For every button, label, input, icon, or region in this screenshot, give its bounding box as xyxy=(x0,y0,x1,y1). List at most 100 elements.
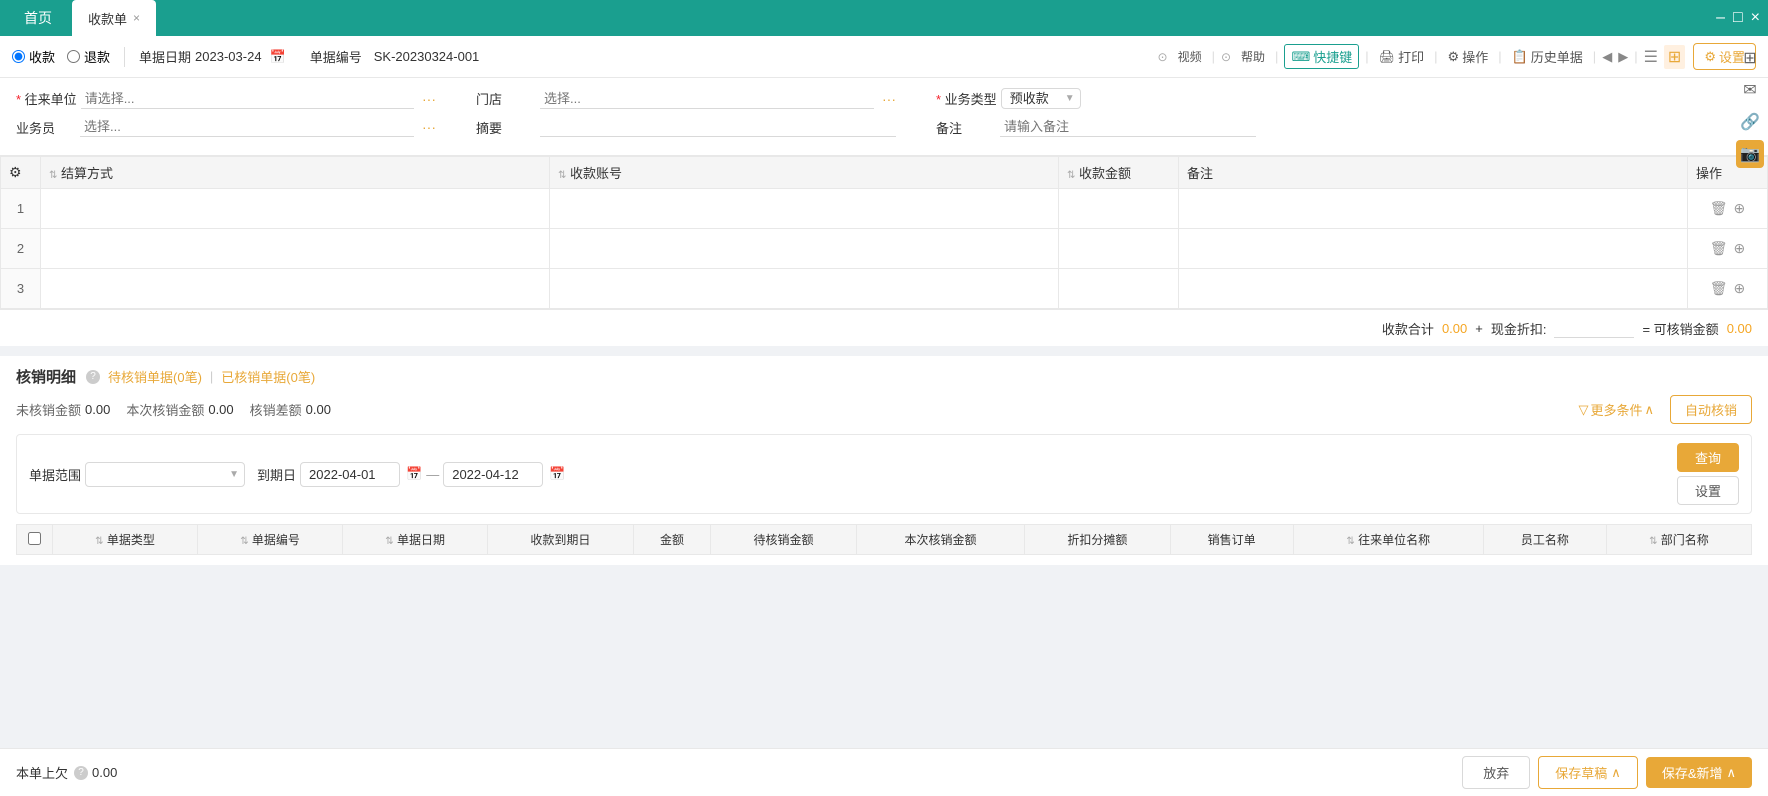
business-type-field: 业务类型 预收款 ▼ xyxy=(936,88,1256,109)
sidebar-email-icon[interactable]: ✉ xyxy=(1736,76,1764,104)
shortcut-btn[interactable]: ⌨ 快捷键 xyxy=(1284,44,1359,69)
due-from-calendar-icon[interactable]: 📅 xyxy=(406,466,422,482)
video-icon: ⊙ xyxy=(1158,50,1168,64)
sidebar-table-icon[interactable]: ⊞ xyxy=(1736,44,1764,72)
sidebar-camera-icon[interactable]: 📷 xyxy=(1736,140,1764,168)
date-range-separator: — xyxy=(426,467,439,482)
grid-icon[interactable]: ⊞ xyxy=(1664,45,1685,69)
uncancelled-label: 未核销金额 xyxy=(16,400,81,419)
th-amount-b: 金额 xyxy=(633,525,711,555)
partner-more-icon[interactable]: ··· xyxy=(422,91,436,107)
done-tab[interactable]: 已核销单据(0笔) xyxy=(221,367,315,386)
remark-input[interactable] xyxy=(1000,117,1256,137)
amount-input-3[interactable] xyxy=(1059,269,1178,308)
print-btn[interactable]: 🖨 打印 xyxy=(1375,45,1429,68)
current-reconcile-label: 本次核销金额 xyxy=(126,400,204,419)
account-input-1[interactable] xyxy=(550,189,1058,228)
toolbar-divider xyxy=(124,47,125,67)
left-nav-icon[interactable]: ◀ xyxy=(1602,49,1612,65)
th-amount: ⇅ 收款金额 xyxy=(1059,157,1179,189)
amount-input-2[interactable] xyxy=(1059,229,1178,268)
range-field: 单据范围 ▼ xyxy=(29,462,245,487)
discount-input[interactable] xyxy=(1554,318,1634,338)
range-select[interactable] xyxy=(85,462,245,487)
tab-close-icon[interactable]: × xyxy=(133,11,140,25)
business-type-select[interactable]: 预收款 xyxy=(1001,88,1081,109)
settlement-input-1[interactable] xyxy=(41,189,549,228)
delete-row-1-icon[interactable]: 🗑 xyxy=(1710,200,1728,217)
query-btn[interactable]: 查询 xyxy=(1677,443,1739,472)
summary-input[interactable] xyxy=(540,117,896,137)
filter-setting-btn[interactable]: 设置 xyxy=(1677,476,1739,505)
right-nav-icon[interactable]: ▶ xyxy=(1618,49,1628,65)
due-to-calendar-icon[interactable]: 📅 xyxy=(549,466,565,482)
gear-icon: ⚙ xyxy=(1704,49,1716,65)
account-input-3[interactable] xyxy=(550,269,1058,308)
remark-input-1[interactable] xyxy=(1179,189,1687,228)
store-input[interactable] xyxy=(540,89,874,109)
current-owe-value: 0.00 xyxy=(92,765,117,780)
maximize-icon[interactable]: □ xyxy=(1733,9,1743,27)
tab-receipt[interactable]: 收款单 × xyxy=(72,0,156,36)
receipt-label[interactable]: 收款 xyxy=(29,47,55,66)
video-btn[interactable]: 视频 xyxy=(1174,46,1206,67)
receipt-radio[interactable] xyxy=(12,50,25,63)
tab-home[interactable]: 首页 xyxy=(8,0,68,36)
th-dept: ⇅ 部门名称 xyxy=(1606,525,1751,555)
operation-btn[interactable]: ⚙ 操作 xyxy=(1444,45,1493,68)
td-settlement-1[interactable] xyxy=(41,189,550,229)
refund-radio[interactable] xyxy=(67,50,80,63)
td-remark-1[interactable] xyxy=(1179,189,1688,229)
settlement-input-2[interactable] xyxy=(41,229,549,268)
list-icon[interactable]: ☰ xyxy=(1644,47,1658,67)
calendar-icon[interactable]: 📅 xyxy=(270,49,286,65)
toolbar: 收款 退款 单据日期 2023-03-24 📅 单据编号 SK-20230324… xyxy=(0,36,1768,78)
owe-info-icon[interactable]: ? xyxy=(74,766,88,780)
table-gear-header[interactable]: ⚙ xyxy=(1,157,41,189)
reconcile-info-icon[interactable]: ? xyxy=(86,370,100,384)
account-input-2[interactable] xyxy=(550,229,1058,268)
help-icon: ⊙ xyxy=(1221,50,1231,64)
remark-input-2[interactable] xyxy=(1179,229,1687,268)
delete-row-2-icon[interactable]: 🗑 xyxy=(1710,240,1728,257)
salesperson-input[interactable] xyxy=(80,117,414,137)
select-all-checkbox[interactable] xyxy=(28,532,41,545)
refund-label[interactable]: 退款 xyxy=(84,47,110,66)
diff-stat: 核销差额 0.00 xyxy=(250,400,331,419)
abandon-button[interactable]: 放弃 xyxy=(1462,756,1530,789)
settlement-input-3[interactable] xyxy=(41,269,549,308)
td-account-1[interactable] xyxy=(550,189,1059,229)
history-btn[interactable]: 📋 历史单据 xyxy=(1508,45,1587,68)
due-date-field: 到期日 📅 — 📅 xyxy=(257,462,565,487)
td-amount-2[interactable] xyxy=(1059,229,1179,269)
delete-row-3-icon[interactable]: 🗑 xyxy=(1710,280,1728,297)
more-conditions-btn[interactable]: ▽ 更多条件 ∧ xyxy=(1578,400,1654,419)
salesperson-more-icon[interactable]: ··· xyxy=(422,119,436,135)
partner-input[interactable] xyxy=(81,89,414,109)
th-due-date: 收款到期日 xyxy=(488,525,634,555)
summary-field: 摘要 xyxy=(476,117,896,137)
remark-input-3[interactable] xyxy=(1179,269,1687,308)
close-icon[interactable]: × xyxy=(1751,9,1760,27)
td-amount-3[interactable] xyxy=(1059,269,1179,309)
td-settlement-3[interactable] xyxy=(41,269,550,309)
remark-field: 备注 xyxy=(936,117,1256,137)
td-account-2[interactable] xyxy=(550,229,1059,269)
amount-input-1[interactable] xyxy=(1059,189,1178,228)
due-from-input[interactable] xyxy=(300,462,400,487)
due-to-input[interactable] xyxy=(443,462,543,487)
th-employee: 员工名称 xyxy=(1483,525,1606,555)
td-remark-3[interactable] xyxy=(1179,269,1688,309)
draft-button[interactable]: 保存草稿 ∧ xyxy=(1538,756,1638,789)
store-more-icon[interactable]: ··· xyxy=(882,91,896,107)
minimize-icon[interactable]: – xyxy=(1716,9,1725,27)
help-btn[interactable]: 帮助 xyxy=(1237,46,1269,67)
range-select-wrapper: ▼ xyxy=(85,462,245,487)
pending-tab[interactable]: 待核销单据(0笔) xyxy=(108,367,202,386)
summary-row: 收款合计 0.00 + 现金折扣: = 可核销金额 0.00 xyxy=(0,309,1768,346)
td-remark-2[interactable] xyxy=(1179,229,1688,269)
td-settlement-2[interactable] xyxy=(41,229,550,269)
sidebar-link-icon[interactable]: 🔗 xyxy=(1736,108,1764,136)
td-account-3[interactable] xyxy=(550,269,1059,309)
td-amount-1[interactable] xyxy=(1059,189,1179,229)
